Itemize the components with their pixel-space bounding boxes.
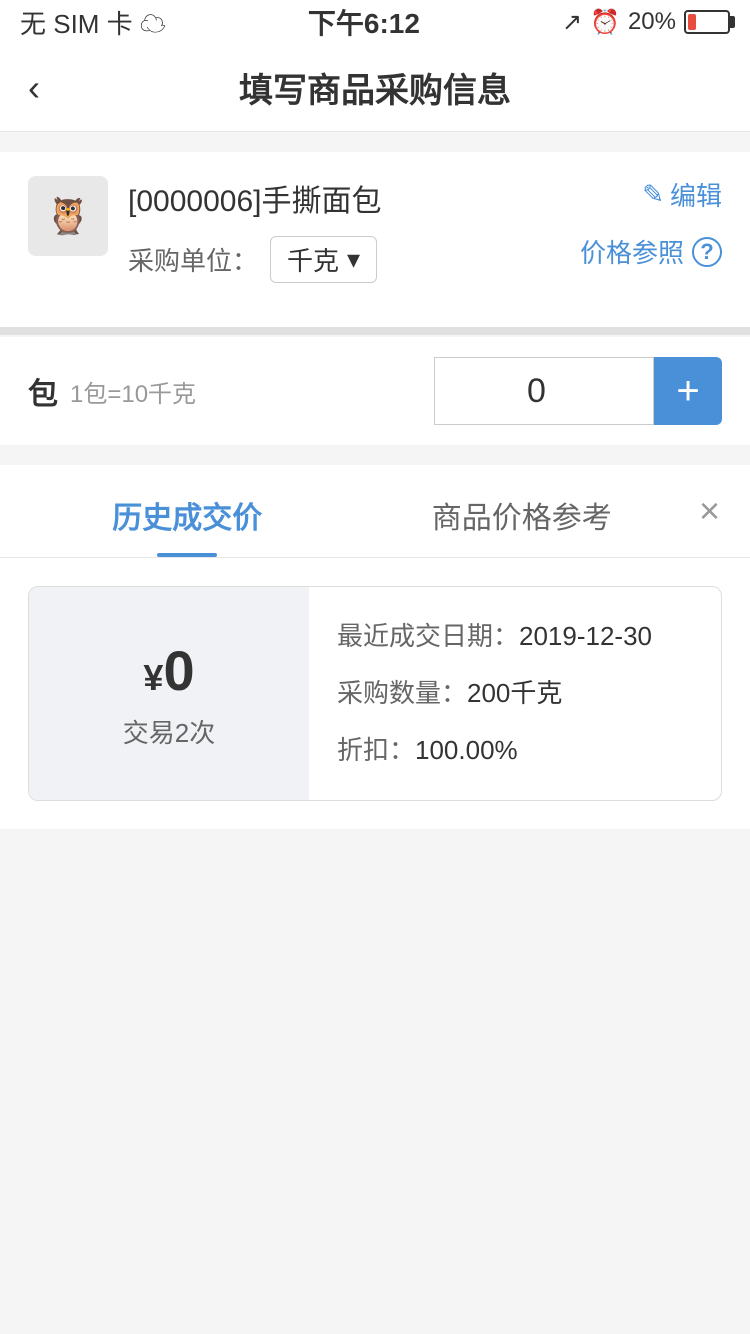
recent-date-row: 最近成交日期：2019-12-30	[337, 617, 693, 656]
edit-button[interactable]: ✎ 编辑	[642, 176, 722, 213]
history-card: ¥0 交易2次 最近成交日期：2019-12-30 采购数量：200千克 折扣：…	[28, 586, 722, 801]
bottom-panel: 历史成交价 商品价格参考 × ¥0 交易2次 最近成交日期：2019-12-30…	[0, 465, 750, 829]
battery-percentage: 20%	[628, 8, 676, 36]
recent-date-label: 最近成交日期：	[337, 621, 519, 651]
quantity-controls: +	[434, 357, 722, 425]
status-bar: 无 SIM 卡 ☁ 下午6:12 ↗ ⏰ 20%	[0, 0, 750, 44]
back-button[interactable]: ‹	[28, 67, 40, 109]
section-divider	[0, 327, 750, 335]
product-card: 🦉 [0000006]手撕面包 采购单位： 千克 ▾ ✎ 编辑 价格参照	[0, 152, 750, 327]
purchase-qty-value: 200千克	[467, 678, 562, 708]
tab-product-price-ref[interactable]: 商品价格参考	[354, 465, 688, 557]
quantity-label: 包 1包=10千克	[28, 369, 196, 413]
purchase-unit-label: 采购单位：	[128, 241, 258, 278]
price-ref-link[interactable]: 价格参照	[580, 233, 684, 270]
status-time: 下午6:12	[308, 2, 420, 42]
discount-row: 折扣：100.00%	[337, 731, 693, 770]
page-header: ‹ 填写商品采购信息	[0, 44, 750, 132]
quantity-section: 包 1包=10千克 +	[0, 337, 750, 445]
history-content: ¥0 交易2次 最近成交日期：2019-12-30 采购数量：200千克 折扣：…	[0, 558, 750, 829]
quantity-input[interactable]	[434, 357, 654, 425]
discount-label: 折扣：	[337, 735, 415, 765]
tabs-row: 历史成交价 商品价格参考 ×	[0, 465, 750, 558]
alarm-icon: ⏰	[590, 8, 620, 37]
price-value: 0	[163, 639, 194, 702]
unit-value: 千克	[287, 241, 339, 278]
recent-date-value: 2019-12-30	[519, 621, 652, 651]
discount-value: 100.00%	[415, 735, 518, 765]
tab-product-price-ref-label: 商品价格参考	[432, 502, 612, 535]
direction-icon: ↗	[562, 8, 582, 37]
page-title: 填写商品采购信息	[239, 63, 511, 112]
unit-selector[interactable]: 千克 ▾	[270, 236, 377, 283]
edit-label: 编辑	[670, 176, 722, 213]
purchase-qty-row: 采购数量：200千克	[337, 674, 693, 713]
dropdown-arrow-icon: ▾	[347, 244, 360, 275]
product-thumbnail: 🦉	[28, 176, 108, 256]
history-price: ¥0	[143, 638, 194, 703]
product-info: [0000006]手撕面包 采购单位： 千克 ▾	[128, 176, 381, 283]
quantity-row: 包 1包=10千克 +	[28, 337, 722, 445]
edit-icon: ✎	[642, 179, 664, 210]
tab-history-price-label: 历史成交价	[112, 502, 262, 535]
product-image-placeholder: 🦉	[46, 195, 91, 237]
status-right: ↗ ⏰ 20%	[562, 8, 730, 37]
product-left: 🦉 [0000006]手撕面包 采购单位： 千克 ▾	[28, 176, 381, 283]
sim-status: 无 SIM 卡 ☁	[20, 4, 166, 41]
history-card-left: ¥0 交易2次	[29, 587, 309, 800]
currency-symbol: ¥	[143, 657, 163, 698]
product-name: [0000006]手撕面包	[128, 176, 381, 220]
price-ref-row: 价格参照 ?	[580, 233, 722, 270]
tab-history-price[interactable]: 历史成交价	[20, 465, 354, 557]
product-right-actions: ✎ 编辑 价格参照 ?	[580, 176, 722, 270]
quantity-unit-badge: 包	[28, 369, 58, 413]
quantity-conversion: 1包=10千克	[70, 374, 196, 409]
purchase-qty-label: 采购数量：	[337, 678, 467, 708]
panel-close-button[interactable]: ×	[689, 473, 730, 549]
product-top: 🦉 [0000006]手撕面包 采购单位： 千克 ▾ ✎ 编辑 价格参照	[28, 176, 722, 283]
battery-icon	[684, 10, 730, 34]
purchase-unit-row: 采购单位： 千克 ▾	[128, 236, 381, 283]
status-left: 无 SIM 卡 ☁	[20, 4, 166, 41]
history-card-right: 最近成交日期：2019-12-30 采购数量：200千克 折扣：100.00%	[309, 587, 721, 800]
help-icon[interactable]: ?	[692, 237, 722, 267]
trade-count: 交易2次	[123, 713, 215, 750]
quantity-plus-button[interactable]: +	[654, 357, 722, 425]
